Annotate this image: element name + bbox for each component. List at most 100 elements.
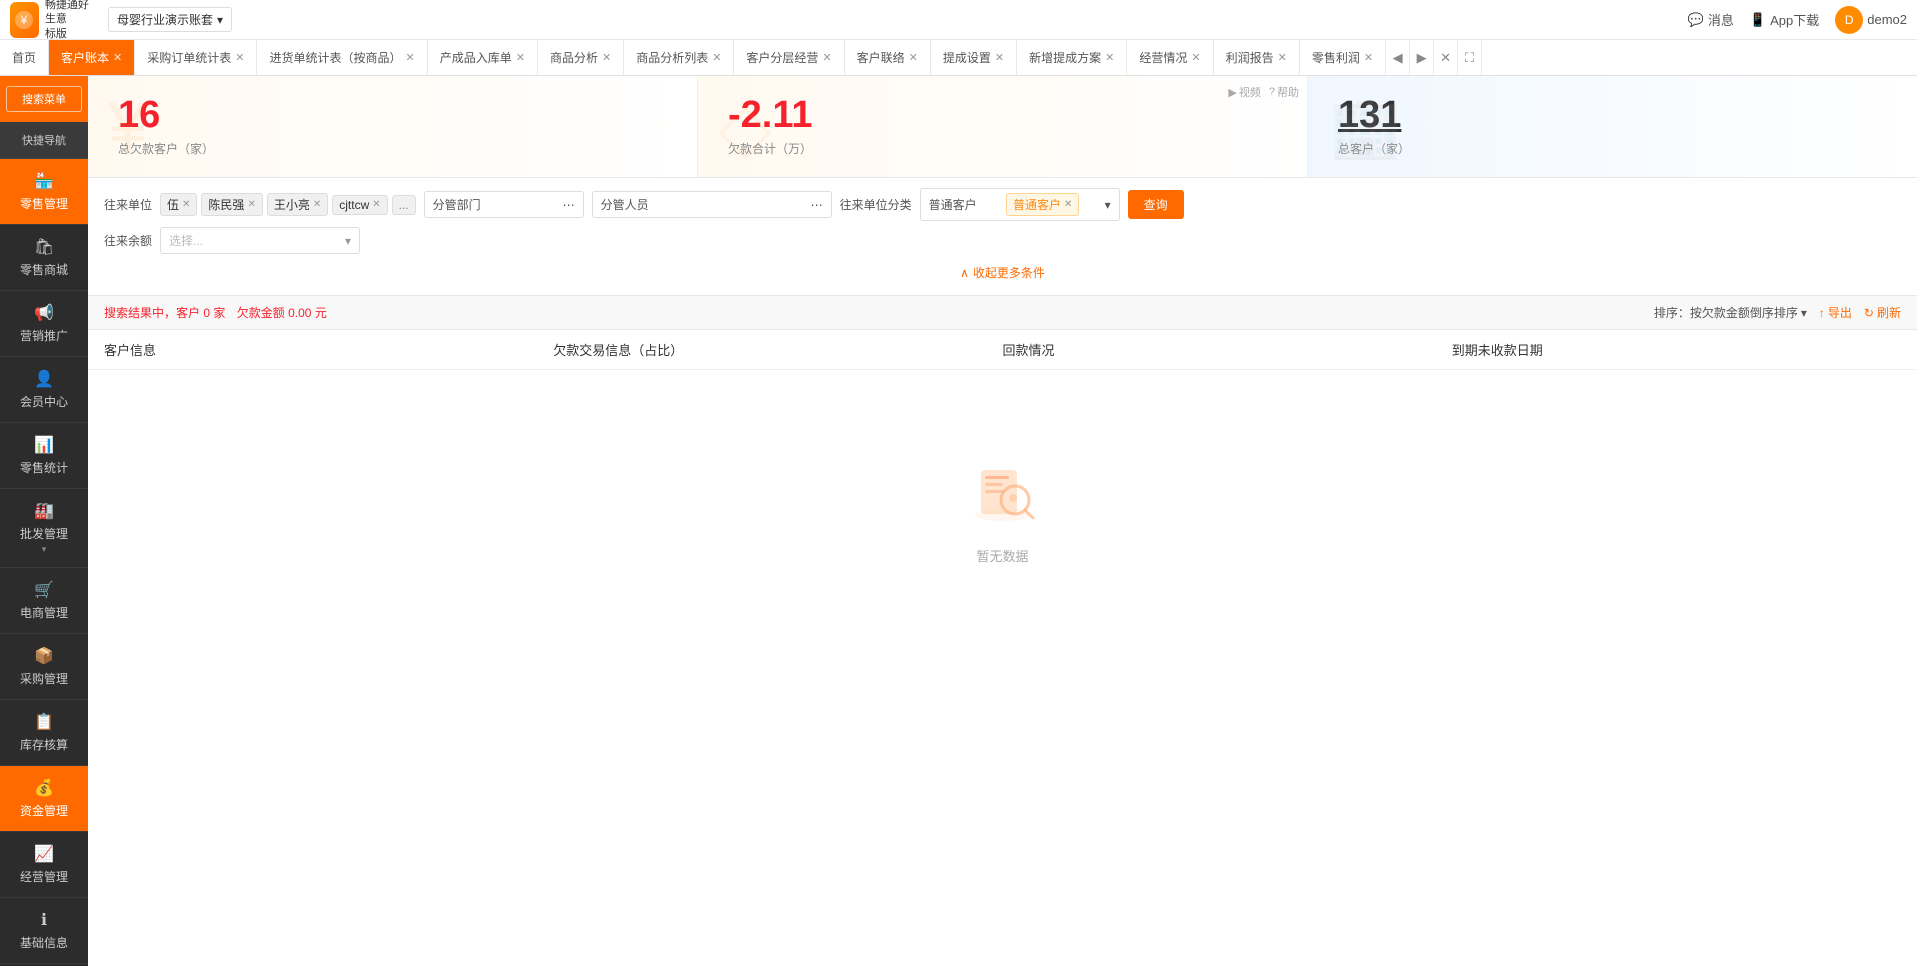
dept-select[interactable]: 分管部门 ⋯ — [424, 191, 584, 218]
col-due-date: 到期未收款日期 — [1452, 340, 1901, 359]
video-help-btn[interactable]: ▶ 视频 — [1228, 84, 1260, 100]
video-icon: ▶ — [1228, 86, 1236, 99]
close-tag-chen[interactable]: ✕ — [247, 199, 255, 210]
top-right: 💬 消息 📱 App下载 D demo2 — [1688, 6, 1907, 34]
filter-row-1: 往来单位 伍 ✕ 陈民强 ✕ 王小亮 ✕ cjttcw — [104, 188, 1901, 221]
tab-new-promotion[interactable]: 新增提成方案 ✕ — [1017, 40, 1127, 76]
tab-purchase-order-stats[interactable]: 采购订单统计表 ✕ — [135, 40, 257, 76]
collapse-row: ∧ 收起更多条件 — [104, 260, 1901, 285]
tab-product-inbound[interactable]: 产成品入库单 ✕ — [428, 40, 538, 76]
balance-input[interactable]: 选择... ▾ — [160, 227, 360, 254]
tab-promotion-settings[interactable]: 提成设置 ✕ — [931, 40, 1017, 76]
retail-stats-icon: 📊 — [34, 435, 54, 455]
close-tab-product-analysis[interactable]: ✕ — [602, 51, 611, 64]
query-button[interactable]: 查询 — [1128, 190, 1184, 219]
filter-row-2: 往来余额 选择... ▾ — [104, 227, 1901, 254]
app-download-btn[interactable]: 📱 App下载 — [1750, 10, 1819, 29]
store-selector[interactable]: 母婴行业演示账套 ▾ — [108, 7, 232, 32]
retail-mall-icon: 🛍 — [34, 237, 54, 257]
empty-state: 暂无数据 — [88, 370, 1917, 645]
tab-product-analysis[interactable]: 商品分析 ✕ — [538, 40, 624, 76]
sidebar-item-operation[interactable]: 📈 经营管理 — [0, 832, 88, 898]
sidebar-item-capital[interactable]: 💰 资金管理 — [0, 766, 88, 832]
close-tag-wu[interactable]: ✕ — [182, 199, 190, 210]
filter-tag-more[interactable]: ... — [392, 195, 416, 215]
filter-tag-chen[interactable]: 陈民强 ✕ — [201, 193, 262, 216]
close-tab-customer-account[interactable]: ✕ — [113, 51, 122, 64]
close-tab-new-promotion[interactable]: ✕ — [1105, 51, 1114, 64]
close-tab-product-inbound[interactable]: ✕ — [516, 51, 525, 64]
close-tag-wang[interactable]: ✕ — [313, 199, 321, 210]
sort-chevron: ▾ — [1801, 306, 1807, 320]
tab-home[interactable]: 首页 — [0, 40, 49, 76]
message-btn[interactable]: 💬 消息 — [1688, 10, 1734, 29]
sidebar-item-basic-info[interactable]: ℹ 基础信息 — [0, 898, 88, 964]
sidebar-item-inventory[interactable]: 📋 库存核算 — [0, 700, 88, 766]
sidebar-item-purchase[interactable]: 📦 采购管理 — [0, 634, 88, 700]
person-select[interactable]: 分管人员 ⋯ — [592, 191, 832, 218]
tab-operation[interactable]: 经营情况 ✕ — [1127, 40, 1213, 76]
close-tab-product-analysis-list[interactable]: ✕ — [712, 51, 721, 64]
card2-bg-icon: ◇ — [718, 86, 772, 168]
quick-nav-btn[interactable]: 快捷导航 — [0, 122, 88, 159]
tab-customer-segment[interactable]: 客户分层经营 ✕ — [734, 40, 844, 76]
avatar: D — [1835, 6, 1863, 34]
sidebar-item-ecommerce[interactable]: 🛒 电商管理 — [0, 568, 88, 634]
tab-expand[interactable]: ⛶ — [1458, 40, 1482, 76]
sidebar-item-marketing[interactable]: 📢 营销推广 — [0, 291, 88, 357]
logo: ¥ 畅捷通好生意 标版 — [10, 0, 98, 41]
empty-text: 暂无数据 — [976, 546, 1028, 565]
classify-select[interactable]: 普通客户 普通客户 ✕ ▾ — [920, 188, 1120, 221]
close-tab-customer-contact[interactable]: ✕ — [909, 51, 918, 64]
tab-customer-account[interactable]: 客户账本 ✕ — [49, 40, 135, 76]
sidebar-item-wholesale-mgmt[interactable]: 🏭 批发管理 — [0, 489, 88, 568]
close-tab-inbound[interactable]: ✕ — [406, 51, 415, 64]
sidebar-item-retail-stats[interactable]: 📊 零售统计 — [0, 423, 88, 489]
filter-tag-wang[interactable]: 王小亮 ✕ — [267, 193, 328, 216]
results-actions: 排序：按欠款金额倒序排序 ▾ ↑ 导出 ↻ 刷新 — [1654, 304, 1901, 321]
unit-label: 往来单位 — [104, 196, 152, 213]
help-icon: ? — [1269, 86, 1275, 98]
search-menu-btn[interactable]: 搜索菜单 — [6, 86, 82, 112]
wholesale-icon: 🏭 — [34, 501, 54, 521]
phone-icon: 📱 — [1750, 12, 1766, 28]
unit-tags: 伍 ✕ 陈民强 ✕ 王小亮 ✕ cjttcw ✕ — [160, 193, 416, 216]
export-btn[interactable]: ↑ 导出 — [1819, 304, 1852, 321]
tab-nav-left[interactable]: ◀ — [1386, 40, 1410, 76]
tab-retail-profit[interactable]: 零售利润 ✕ — [1300, 40, 1386, 76]
tab-close-all[interactable]: ✕ — [1434, 40, 1458, 76]
tab-nav-right[interactable]: ▶ — [1410, 40, 1434, 76]
filter-bar: 往来单位 伍 ✕ 陈民强 ✕ 王小亮 ✕ cjttcw — [88, 178, 1917, 296]
sidebar-item-retail-mall[interactable]: 🛍 零售商城 — [0, 225, 88, 291]
close-tab-profit-report[interactable]: ✕ — [1278, 51, 1287, 64]
close-tag-cj[interactable]: ✕ — [372, 199, 380, 210]
close-tab-retail-profit[interactable]: ✕ — [1364, 51, 1373, 64]
svg-text:¥: ¥ — [20, 13, 28, 27]
tab-product-analysis-list[interactable]: 商品分析列表 ✕ — [624, 40, 734, 76]
filter-tag-wu[interactable]: 伍 ✕ — [160, 193, 197, 216]
sidebar-item-member-center[interactable]: 👤 会员中心 — [0, 357, 88, 423]
col-customer-info: 客户信息 — [104, 340, 553, 359]
tab-customer-contact[interactable]: 客户联络 ✕ — [845, 40, 931, 76]
classify-tag-remove[interactable]: 普通客户 ✕ — [1006, 193, 1079, 216]
ecommerce-icon: 🛒 — [34, 580, 54, 600]
filter-tag-cj[interactable]: cjttcw ✕ — [332, 195, 387, 215]
collapse-filters-btn[interactable]: ∧ 收起更多条件 — [952, 260, 1053, 285]
top-bar: ¥ 畅捷通好生意 标版 母婴行业演示账套 ▾ 💬 消息 📱 App下载 D de… — [0, 0, 1917, 40]
close-tab-customer-segment[interactable]: ✕ — [822, 51, 831, 64]
tab-profit-report[interactable]: 利润报告 ✕ — [1214, 40, 1300, 76]
tab-inbound-stats[interactable]: 进货单统计表（按商品） ✕ — [257, 40, 427, 76]
user-avatar-btn[interactable]: D demo2 — [1835, 6, 1907, 34]
export-icon: ↑ — [1819, 306, 1825, 320]
close-tab-promotion[interactable]: ✕ — [995, 51, 1004, 64]
close-tab-operation[interactable]: ✕ — [1191, 51, 1200, 64]
refresh-btn[interactable]: ↻ 刷新 — [1864, 304, 1901, 321]
help-btn[interactable]: ? 帮助 — [1269, 84, 1299, 100]
sort-select[interactable]: 排序：按欠款金额倒序排序 ▾ — [1654, 304, 1807, 321]
marketing-icon: 📢 — [34, 303, 54, 323]
close-tab-purchase[interactable]: ✕ — [235, 51, 244, 64]
table-area: 客户信息 欠款交易信息（占比） 回款情况 到期未收款日期 — [88, 330, 1917, 966]
result-count: 0 — [203, 306, 210, 320]
sidebar-item-retail-mgmt[interactable]: 🏪 零售管理 — [0, 159, 88, 225]
card3-bg-icon: 🏢 — [1328, 91, 1403, 162]
